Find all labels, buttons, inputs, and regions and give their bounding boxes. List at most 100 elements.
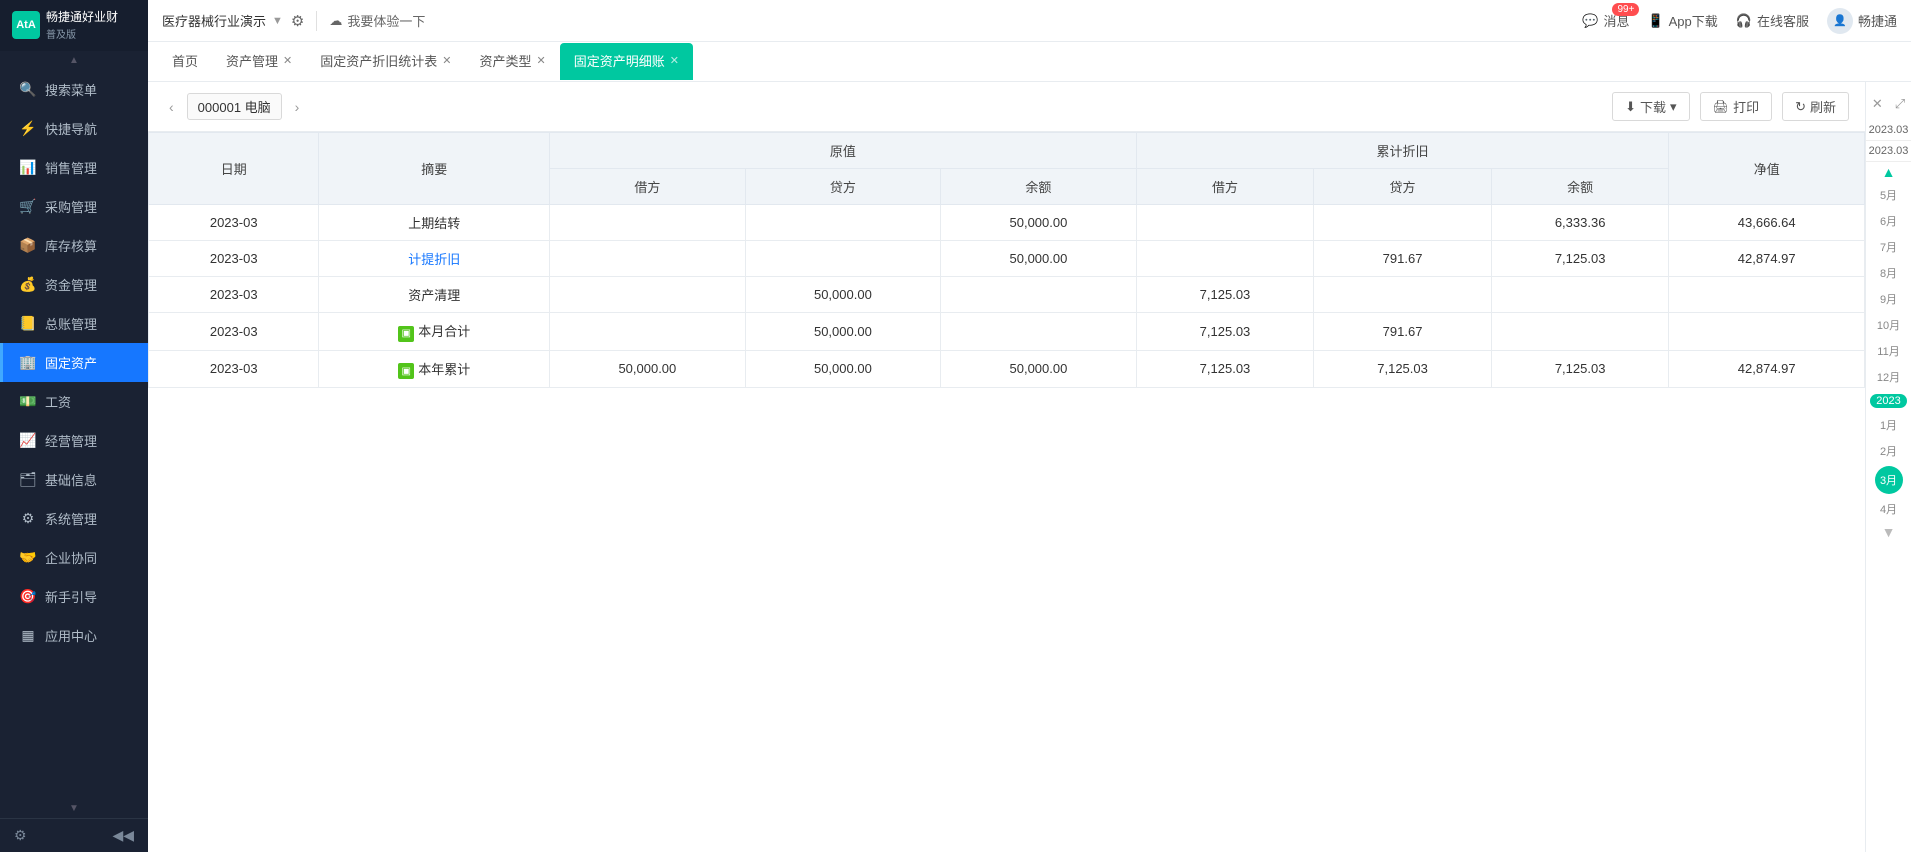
company-selector[interactable]: 医疗器械行业演示 ▼: [162, 11, 283, 30]
logo-icon: AtA: [12, 11, 40, 39]
sidebar-item-sales[interactable]: 📊 销售管理: [0, 148, 148, 187]
sidebar-item-fixed[interactable]: 🏢 固定资产: [0, 343, 148, 382]
collapse-sidebar-button[interactable]: ◀◀: [112, 827, 134, 844]
tab-depreciation-stat-close[interactable]: ✕: [442, 54, 451, 67]
right-panel-month-3-active[interactable]: 3月: [1875, 466, 1903, 494]
right-panel-month-5[interactable]: 5月: [1866, 182, 1911, 208]
content-area: ‹ 000001 电脑 › ⬇ 下载 ▾ 🖨 打印 ↻: [148, 82, 1911, 852]
sidebar-label-payroll: 工资: [45, 392, 71, 411]
tab-asset-detail[interactable]: 固定资产明细账 ✕: [560, 43, 693, 80]
print-button[interactable]: 🖨 打印: [1700, 92, 1773, 121]
sidebar-item-purchase[interactable]: 🛒 采购管理: [0, 187, 148, 226]
sidebar-item-inventory[interactable]: 📦 库存核算: [0, 226, 148, 265]
app-download-button[interactable]: 📱 App下载: [1647, 11, 1717, 30]
refresh-button[interactable]: ↻ 刷新: [1782, 92, 1849, 121]
right-panel-year-badge[interactable]: 2023: [1870, 394, 1906, 408]
sidebar-label-basic: 基础信息: [45, 470, 97, 489]
toolbar-actions: ⬇ 下载 ▾ 🖨 打印 ↻ 刷新: [1612, 92, 1849, 121]
sidebar-item-ledger[interactable]: 📒 总账管理: [0, 304, 148, 343]
right-panel-month-6[interactable]: 6月: [1866, 208, 1911, 234]
sidebar-item-apps[interactable]: ▦ 应用中心: [0, 616, 148, 655]
operations-icon: 📈: [19, 431, 37, 449]
sidebar-menu: 🔍 搜索菜单 ⚡ 快捷导航 📊 销售管理 🛒 采购管理 📦 库存核算 💰 资金管…: [0, 70, 148, 799]
right-panel-month-2[interactable]: 2月: [1866, 438, 1911, 464]
messages-button[interactable]: 💬 消息 99+: [1582, 11, 1629, 30]
right-panel-month-12[interactable]: 12月: [1866, 364, 1911, 390]
topbar-right: 💬 消息 99+ 📱 App下载 🎧 在线客服 👤 畅捷通: [1582, 8, 1897, 34]
sidebar-label-capital: 资金管理: [45, 275, 97, 294]
asset-next-button[interactable]: ›: [290, 97, 305, 117]
messages-badge: 99+: [1612, 3, 1639, 16]
col-ljzj-df: 贷方: [1314, 169, 1492, 205]
sidebar-item-payroll[interactable]: 💵 工资: [0, 382, 148, 421]
sidebar-scroll-up[interactable]: ▲: [0, 51, 148, 70]
sidebar-label-system: 系统管理: [45, 509, 97, 528]
right-panel-close-button[interactable]: ✕: [1868, 92, 1887, 116]
company-settings-icon[interactable]: ⚙: [291, 12, 304, 30]
col-ljzj-ye: 余额: [1491, 169, 1669, 205]
settings-footer-icon[interactable]: ⚙: [14, 827, 27, 844]
capital-icon: 💰: [19, 275, 37, 293]
right-panel-month-9[interactable]: 9月: [1866, 286, 1911, 312]
fixed-icon: 🏢: [19, 353, 37, 371]
tab-asset-mgmt-close[interactable]: ✕: [283, 54, 292, 67]
page-panel: ‹ 000001 电脑 › ⬇ 下载 ▾ 🖨 打印 ↻: [148, 82, 1865, 852]
quicknav-icon: ⚡: [19, 119, 37, 137]
table-row: 2023-03▣本月合计50,000.007,125.03791.67: [149, 313, 1865, 351]
tab-asset-type[interactable]: 资产类型 ✕: [465, 43, 559, 80]
asset-detail-table: 日期 摘要 原值 累计折旧 净值 借方 贷方 余额 借方 贷方 余额: [148, 132, 1865, 388]
tab-asset-detail-close[interactable]: ✕: [670, 54, 679, 67]
page-toolbar: ‹ 000001 电脑 › ⬇ 下载 ▾ 🖨 打印 ↻: [148, 82, 1865, 132]
refresh-icon: ↻: [1795, 99, 1806, 115]
right-panel-month-7[interactable]: 7月: [1866, 234, 1911, 260]
payroll-icon: 💵: [19, 392, 37, 410]
right-panel-up-chevron[interactable]: ▲: [1880, 162, 1898, 182]
sidebar-item-basic[interactable]: 🗂 基础信息: [0, 460, 148, 499]
ledger-icon: 📒: [19, 314, 37, 332]
tab-asset-type-close[interactable]: ✕: [537, 54, 546, 67]
asset-prev-button[interactable]: ‹: [164, 97, 179, 117]
sidebar-item-operations[interactable]: 📈 经营管理: [0, 421, 148, 460]
tab-home[interactable]: 首页: [158, 43, 212, 80]
sidebar-item-capital[interactable]: 💰 资金管理: [0, 265, 148, 304]
right-panel-month-4[interactable]: 4月: [1866, 496, 1911, 522]
tab-asset-mgmt[interactable]: 资产管理 ✕: [212, 43, 306, 80]
col-ljzj-jf: 借方: [1136, 169, 1314, 205]
summary-link[interactable]: 计提折旧: [408, 252, 460, 267]
service-label: 在线客服: [1757, 11, 1809, 30]
user-button[interactable]: 👤 畅捷通: [1827, 8, 1897, 34]
col-yuanzhi-ye: 余额: [941, 169, 1137, 205]
guide-icon: 🎯: [19, 587, 37, 605]
experience-button[interactable]: ☁ 我要体验一下: [329, 11, 425, 30]
col-yuanzhi-df: 贷方: [745, 169, 941, 205]
right-panel-expand-button[interactable]: ⤢: [1891, 92, 1909, 116]
app-download-icon: 📱: [1647, 13, 1663, 29]
right-panel-header-year1: 2023.03: [1866, 120, 1911, 141]
tab-asset-type-label: 资产类型: [479, 51, 531, 70]
sidebar-item-search[interactable]: 🔍 搜索菜单: [0, 70, 148, 109]
logo-text: 畅捷通好业财: [46, 10, 118, 26]
tab-depreciation-stat[interactable]: 固定资产折旧统计表 ✕: [306, 43, 465, 80]
tabs-bar: 首页 资产管理 ✕ 固定资产折旧统计表 ✕ 资产类型 ✕ 固定资产明细账 ✕: [148, 42, 1911, 82]
col-yuanzhi: 原值: [550, 133, 1137, 169]
sidebar-label-sales: 销售管理: [45, 158, 97, 177]
right-panel: ✕ ⤢ 2023.03 2023.03 ▲ 5月 6月 7月 8月 9月 10月…: [1865, 82, 1911, 852]
asset-nav: ‹ 000001 电脑 ›: [164, 93, 304, 120]
right-panel-month-11[interactable]: 11月: [1866, 338, 1911, 364]
right-panel-month-1[interactable]: 1月: [1866, 412, 1911, 438]
service-button[interactable]: 🎧 在线客服: [1736, 11, 1809, 30]
right-panel-month-10[interactable]: 10月: [1866, 312, 1911, 338]
sidebar-label-quicknav: 快捷导航: [45, 119, 97, 138]
sidebar-item-collab[interactable]: 🤝 企业协同: [0, 538, 148, 577]
download-icon: ⬇: [1625, 99, 1636, 115]
inventory-icon: 📦: [19, 236, 37, 254]
tab-asset-mgmt-label: 资产管理: [226, 51, 278, 70]
download-button[interactable]: ⬇ 下载 ▾: [1612, 92, 1689, 121]
sidebar-item-system[interactable]: ⚙ 系统管理: [0, 499, 148, 538]
right-panel-down-chevron[interactable]: ▼: [1880, 522, 1898, 542]
right-panel-month-8[interactable]: 8月: [1866, 260, 1911, 286]
sidebar-item-guide[interactable]: 🎯 新手引导: [0, 577, 148, 616]
asset-code-display: 000001 电脑: [187, 93, 282, 120]
sidebar-item-quicknav[interactable]: ⚡ 快捷导航: [0, 109, 148, 148]
sidebar-scroll-down[interactable]: ▼: [0, 799, 148, 818]
